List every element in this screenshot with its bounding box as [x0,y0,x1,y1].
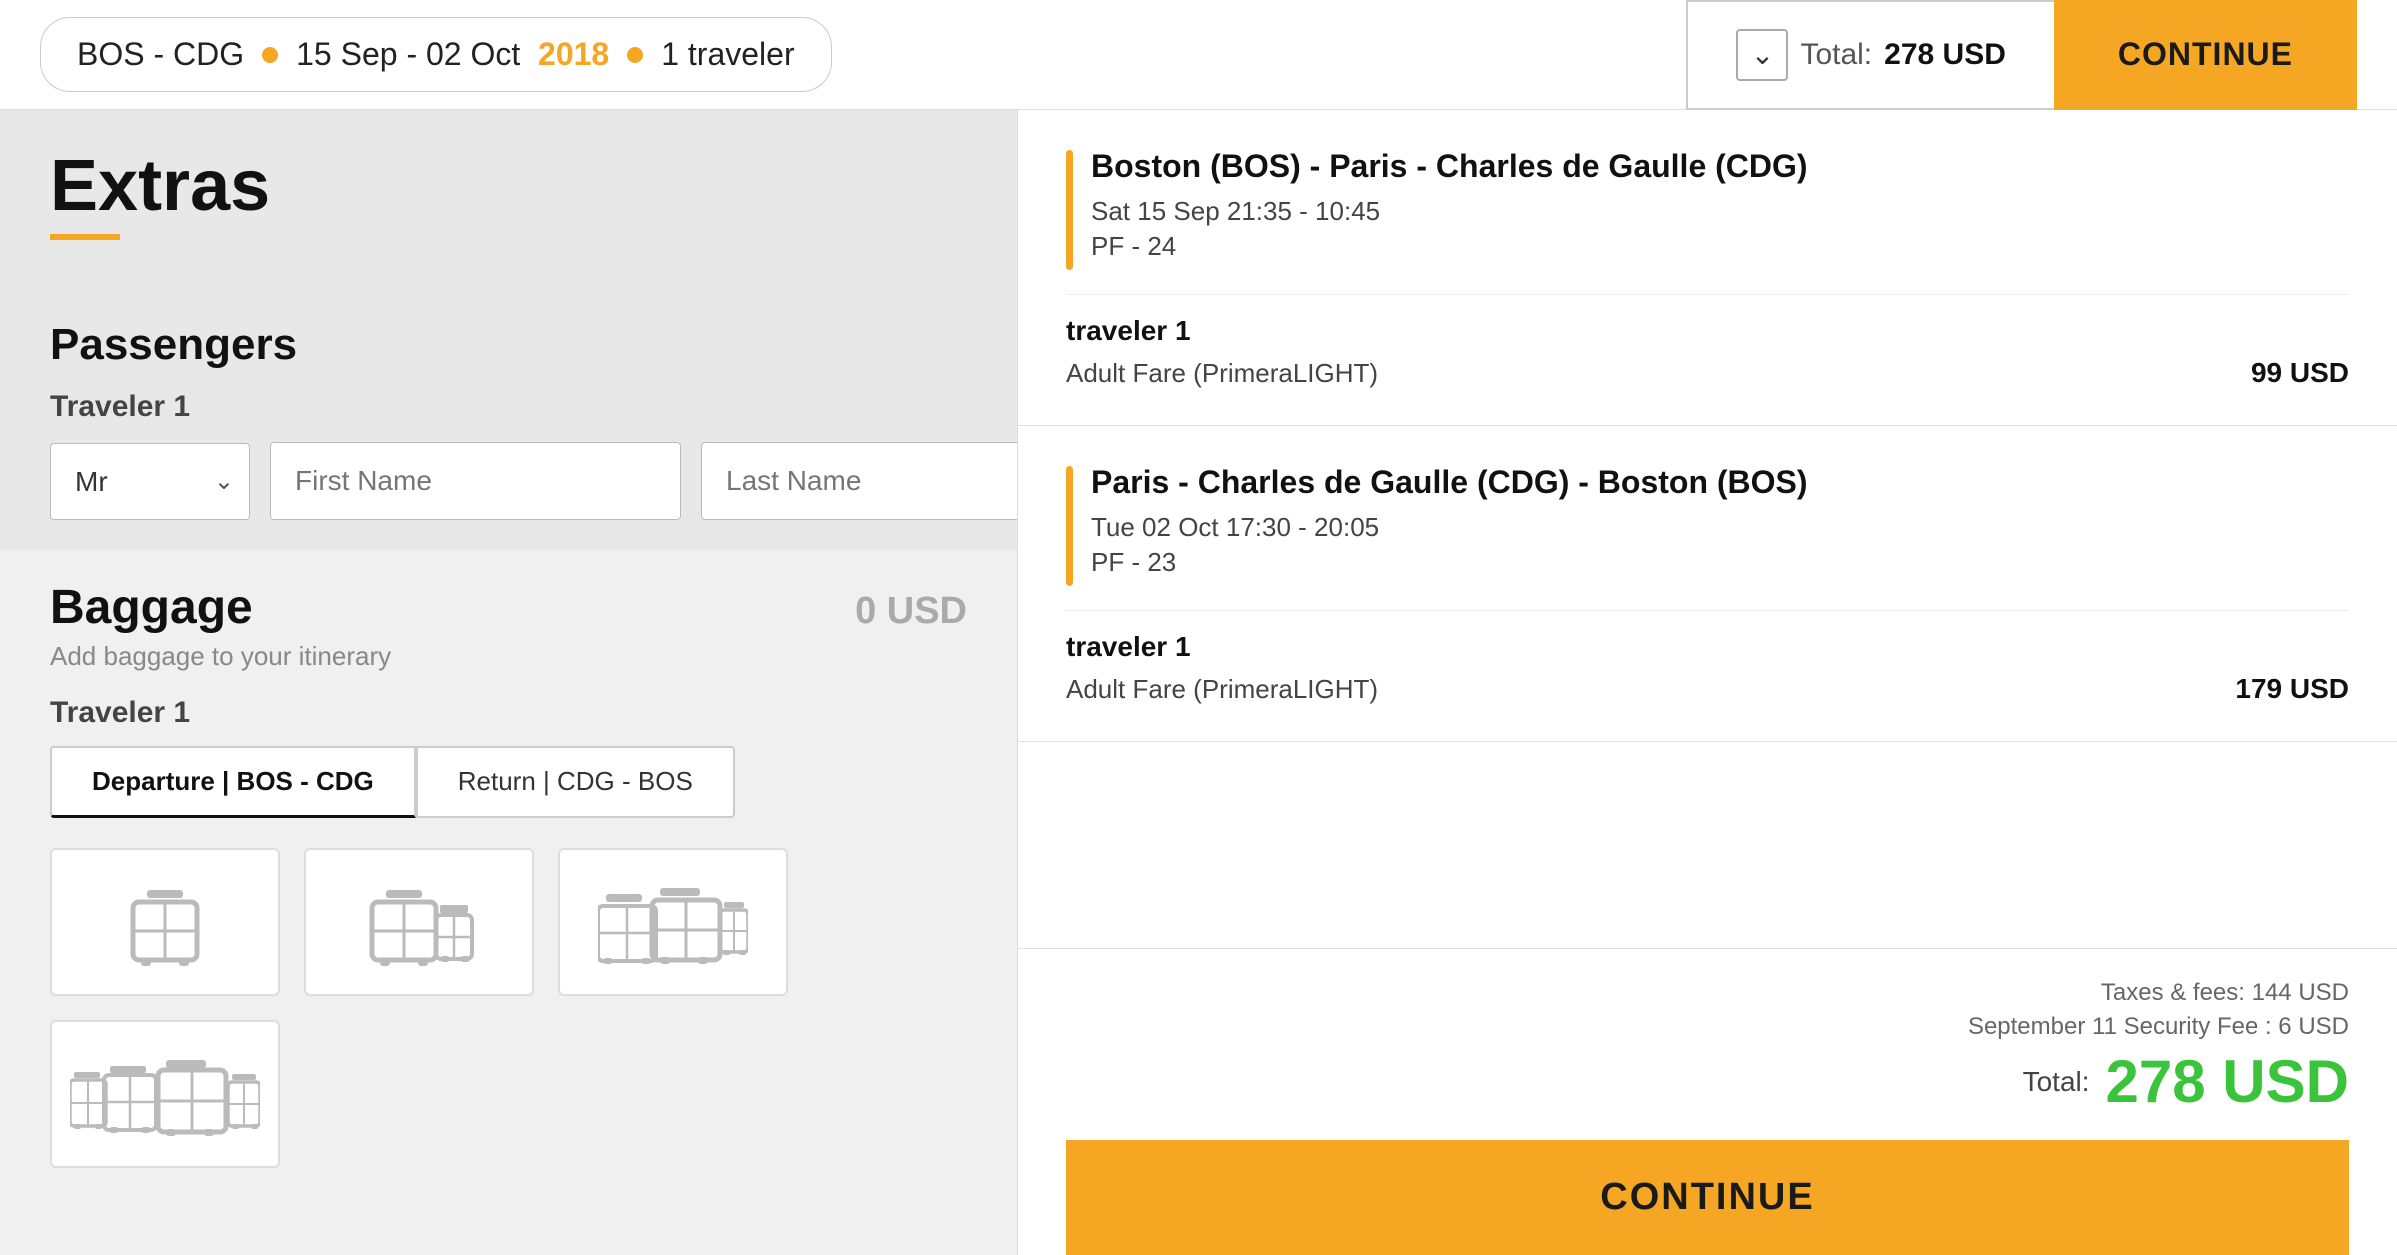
baggage-option-2[interactable] [558,848,788,996]
baggage-title: Baggage [50,580,253,635]
continue-button-bottom[interactable]: CONTINUE [1066,1140,2349,1255]
segment-info-2: Paris - Charles de Gaulle (CDG) - Boston… [1091,462,1808,582]
baggage-options [50,848,967,1168]
flight-segment-2: Paris - Charles de Gaulle (CDG) - Boston… [1018,426,2397,742]
baggage-traveler-label: Traveler 1 [50,696,967,730]
continue-button-top[interactable]: CONTINUE [2054,0,2357,110]
dot2 [627,47,643,63]
title-select[interactable]: Mr Mrs Ms Dr [50,443,250,520]
segment-datetime-1: Sat 15 Sep 21:35 - 10:45 [1091,196,1808,227]
fare-row-2: Adult Fare (PrimeraLIGHT) 179 USD [1066,673,2349,705]
total-box: ⌄ Total: 278 USD [1686,0,2053,110]
baggage-section: Baggage 0 USD Add baggage to your itiner… [0,550,1017,1168]
travelers-count: 1 traveler [661,36,794,73]
bag-icon-1 [364,880,474,970]
fare-label-1: Adult Fare (PrimeraLIGHT) [1066,358,1378,389]
traveler-name-2: traveler 1 [1066,631,2349,663]
bag-icon-0 [125,880,205,970]
passenger-form-row: Mr Mrs Ms Dr ⌄ [50,442,967,520]
trip-dates: 15 Sep - 02 Oct 2018 [296,36,609,73]
taxes-fee-row: Taxes & fees: 144 USD [1066,979,2349,1007]
summary-footer: Taxes & fees: 144 USD September 11 Secur… [1018,948,2397,1255]
fare-row-1: Adult Fare (PrimeraLIGHT) 99 USD [1066,357,2349,389]
segment-info-1: Boston (BOS) - Paris - Charles de Gaulle… [1091,146,1808,266]
total-amount: 278 USD [2106,1047,2349,1116]
segment-datetime-2: Tue 02 Oct 17:30 - 20:05 [1091,512,1808,543]
baggage-option-0[interactable] [50,848,280,996]
segment-title-1: Boston (BOS) - Paris - Charles de Gaulle… [1091,146,1808,186]
chevron-down-icon[interactable]: ⌄ [1736,29,1788,81]
tab-departure[interactable]: Departure | BOS - CDG [50,746,416,818]
fare-label-2: Adult Fare (PrimeraLIGHT) [1066,674,1378,705]
segment-code-1: PF - 24 [1091,231,1808,262]
flight-segment-1: Boston (BOS) - Paris - Charles de Gaulle… [1018,110,2397,426]
bag-icon-2 [598,880,748,970]
top-right-controls: ⌄ Total: 278 USD CONTINUE [1686,0,2357,110]
baggage-header: Baggage 0 USD [50,580,967,635]
total-label: Total: [2023,1066,2090,1098]
traveler-row-2: traveler 1 Adult Fare (PrimeraLIGHT) 179… [1066,610,2349,705]
baggage-option-3[interactable] [50,1020,280,1168]
traveler-label: Traveler 1 [50,390,967,424]
itinerary-panel: Boston (BOS) - Paris - Charles de Gaulle… [1017,110,2397,1255]
fare-price-2: 179 USD [2235,673,2349,705]
first-name-input[interactable] [270,442,681,520]
total-amount: 278 USD [1884,38,2006,72]
segment-route-1: Boston (BOS) - Paris - Charles de Gaulle… [1066,146,2349,270]
extras-section: Extras [0,110,1017,290]
title-select-wrap: Mr Mrs Ms Dr ⌄ [50,443,250,520]
left-panel: Extras Passengers Traveler 1 Mr Mrs Ms D… [0,110,1017,1255]
last-name-input[interactable] [701,442,1017,520]
passengers-title: Passengers [50,320,967,370]
segment-title-2: Paris - Charles de Gaulle (CDG) - Boston… [1091,462,1808,502]
dot1 [262,47,278,63]
traveler-name-1: traveler 1 [1066,315,2349,347]
extras-underline [50,234,120,240]
trip-info: BOS - CDG 15 Sep - 02 Oct 2018 1 travele… [40,17,832,92]
segment-code-2: PF - 23 [1091,547,1808,578]
baggage-option-1[interactable] [304,848,534,996]
main-content: Extras Passengers Traveler 1 Mr Mrs Ms D… [0,110,2397,1255]
security-fee-row: September 11 Security Fee : 6 USD [1066,1013,2349,1041]
taxes-label: Taxes & fees: 144 USD [2101,979,2349,1007]
baggage-tabs: Departure | BOS - CDG Return | CDG - BOS [50,746,967,818]
bag-icon-3 [70,1052,260,1142]
security-fee-label: September 11 Security Fee : 6 USD [1968,1013,2349,1041]
total-row: Total: 278 USD [1066,1047,2349,1116]
passengers-section: Passengers Traveler 1 Mr Mrs Ms Dr ⌄ [0,290,1017,550]
extras-title: Extras [50,150,967,222]
yellow-bar-2 [1066,466,1073,586]
tab-return[interactable]: Return | CDG - BOS [416,746,735,818]
baggage-price: 0 USD [855,590,967,633]
itinerary-scroll: Boston (BOS) - Paris - Charles de Gaulle… [1018,110,2397,948]
total-label: Total: [1800,38,1872,72]
segment-route-2: Paris - Charles de Gaulle (CDG) - Boston… [1066,462,2349,586]
fare-price-1: 99 USD [2251,357,2349,389]
traveler-row-1: traveler 1 Adult Fare (PrimeraLIGHT) 99 … [1066,294,2349,389]
yellow-bar-1 [1066,150,1073,270]
baggage-subtitle: Add baggage to your itinerary [50,641,967,672]
top-bar: BOS - CDG 15 Sep - 02 Oct 2018 1 travele… [0,0,2397,110]
trip-route: BOS - CDG [77,36,244,73]
